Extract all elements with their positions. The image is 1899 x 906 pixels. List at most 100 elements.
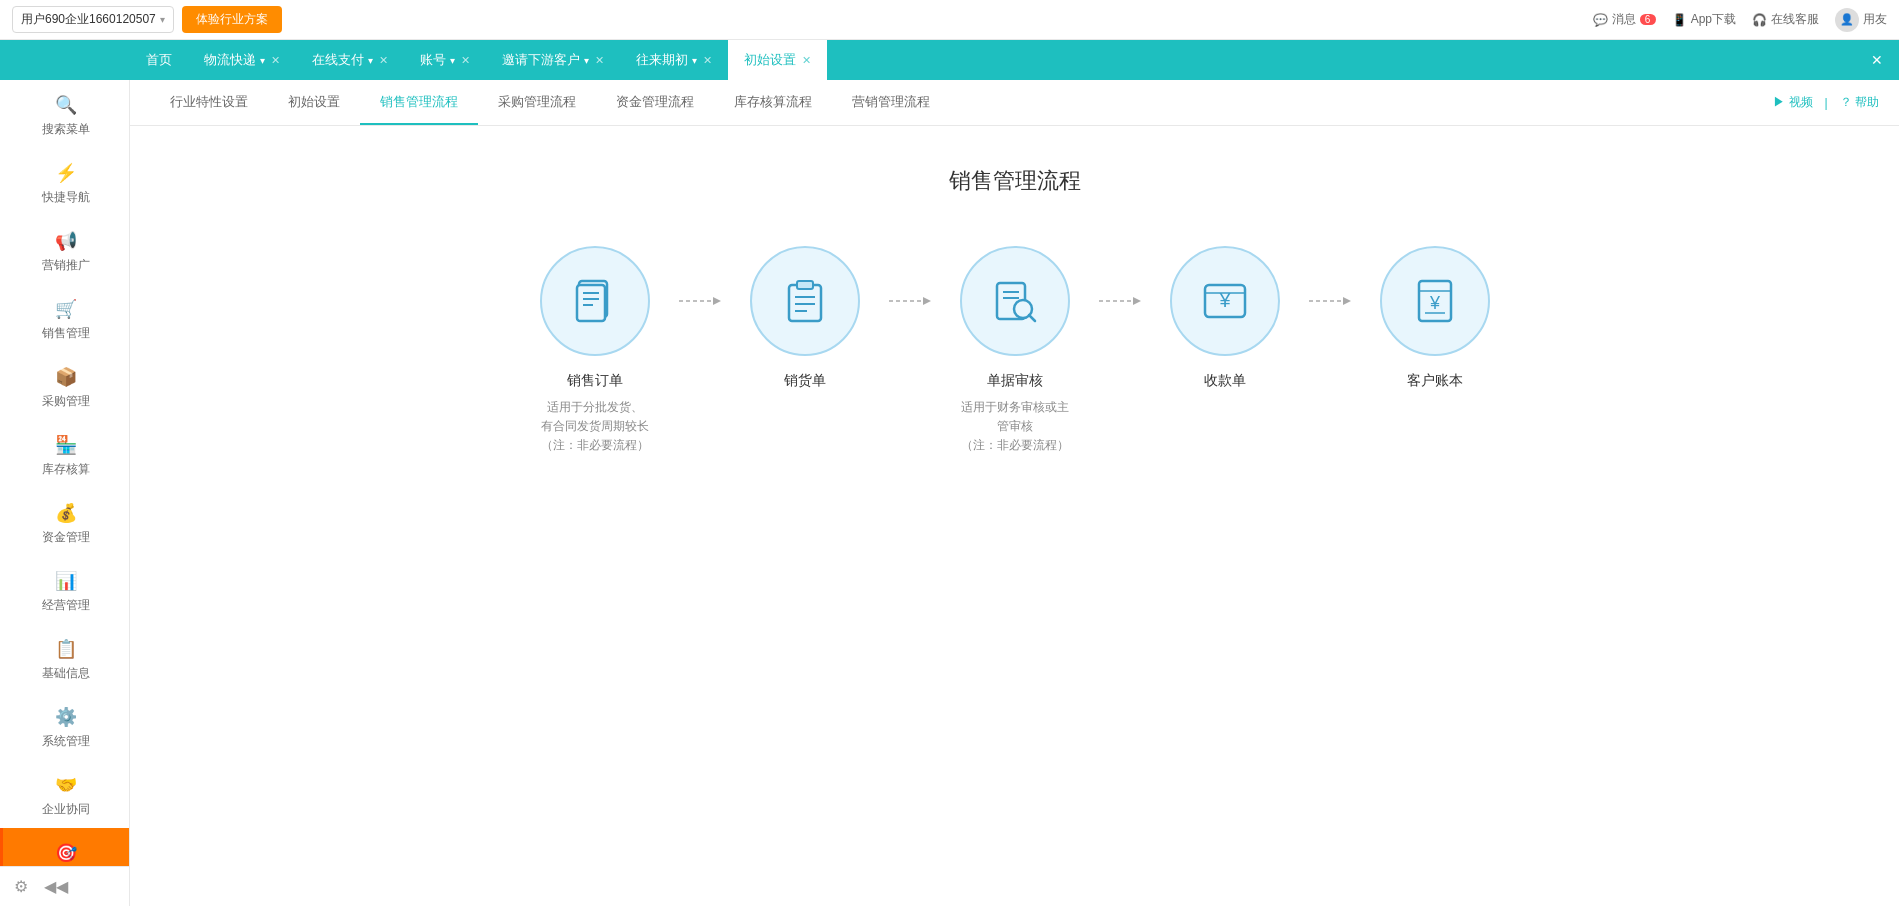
help-icon: ？: [1840, 95, 1852, 109]
chevron-down-icon: ▾: [584, 55, 589, 66]
app-download-button[interactable]: 📱 App下载: [1672, 11, 1736, 28]
nav-tab-在线支付[interactable]: 在线支付▾✕: [296, 40, 404, 80]
inventory-icon: 🏪: [55, 434, 77, 456]
nav-tab-首页[interactable]: 首页: [130, 40, 188, 80]
nav-tab-往来期初[interactable]: 往来期初▾✕: [620, 40, 728, 80]
chevron-down-icon: ▾: [450, 55, 455, 66]
sub-tab-资金管理流程[interactable]: 资金管理流程: [596, 81, 714, 125]
nav-tab-初始设置[interactable]: 初始设置 ✕: [728, 40, 827, 80]
sidebar-item-collab[interactable]: 🤝 企业协同: [0, 760, 129, 828]
app-label: App下载: [1691, 11, 1736, 28]
video-link[interactable]: ▶ 视频: [1773, 94, 1812, 111]
close-tab-icon[interactable]: ✕: [379, 54, 388, 67]
flow-circle-3[interactable]: ¥: [1170, 246, 1280, 356]
flow-item-1: 销货单: [725, 246, 885, 390]
flow-desc-2: 适用于财务审核或主管审核（注：非必要流程）: [961, 398, 1069, 456]
flow-item-0: 销售订单适用于分批发货、有合同发货周期较长（注：非必要流程）: [515, 246, 675, 456]
sidebar-item-system[interactable]: ⚙️ 系统管理: [0, 692, 129, 760]
headset-icon: 🎧: [1752, 13, 1767, 27]
svg-rect-11: [797, 281, 813, 289]
sidebar-item-label: 资金管理: [42, 529, 90, 546]
top-bar-right: 💬 消息 6 📱 App下载 🎧 在线客服 👤 用友: [1593, 8, 1887, 32]
sidebar-item-marketing[interactable]: 📢 营销推广: [0, 216, 129, 284]
collapse-sidebar-button[interactable]: ◀◀: [44, 877, 68, 896]
chevron-down-icon: ▾: [260, 55, 265, 66]
sidebar-item-base[interactable]: 📋 基础信息: [0, 624, 129, 692]
flow-label-2: 单据审核: [987, 372, 1043, 390]
svg-rect-4: [577, 285, 605, 321]
sidebar-item-label: 快捷导航: [42, 189, 90, 206]
nav-tab-label: 在线支付: [312, 51, 364, 69]
sidebar-item-label: 企业协同: [42, 801, 90, 818]
marketing-icon: 📢: [55, 230, 77, 252]
top-bar-left: 用户690企业1660120507 ▾ 体验行业方案: [12, 6, 282, 33]
flow-circle-4[interactable]: ¥: [1380, 246, 1490, 356]
close-tab-icon[interactable]: ✕: [595, 54, 604, 67]
flow-label-3: 收款单: [1204, 372, 1246, 390]
flow-item-3: ¥ 收款单: [1145, 246, 1305, 390]
chevron-down-icon: ▾: [160, 14, 165, 25]
nav-tab-label: 初始设置: [744, 51, 796, 69]
sidebar-item-label: 营销推广: [42, 257, 90, 274]
nav-tab-账号[interactable]: 账号 ▾ ✕: [404, 40, 486, 80]
finance-icon: 💰: [55, 502, 77, 524]
guide-icon: 🎯: [55, 842, 77, 864]
sub-tab-初始设置[interactable]: 初始设置: [268, 81, 360, 125]
sidebar-bottom: ⚙ ◀◀: [0, 866, 129, 906]
user-selector[interactable]: 用户690企业1660120507 ▾: [12, 6, 174, 33]
message-badge: 6: [1640, 14, 1656, 25]
user-profile[interactable]: 👤 用友: [1835, 8, 1887, 32]
nav-tab-label: 账号: [420, 51, 446, 69]
sub-tab-行业特性设置[interactable]: 行业特性设置: [150, 81, 268, 125]
svg-marker-9: [713, 297, 721, 305]
sub-tab-采购管理流程[interactable]: 采购管理流程: [478, 81, 596, 125]
sidebar-item-label: 搜索菜单: [42, 121, 90, 138]
try-industry-button[interactable]: 体验行业方案: [182, 6, 282, 33]
nav-tab-label: 首页: [146, 51, 172, 69]
flow-circle-0[interactable]: [540, 246, 650, 356]
sidebar-item-inventory[interactable]: 🏪 库存核算: [0, 420, 129, 488]
sidebar-item-label: 库存核算: [42, 461, 90, 478]
nav-tab-邀请下游客户[interactable]: 邀请下游客户 ▾ ✕: [486, 40, 620, 80]
flow-arrow-2: [1095, 246, 1145, 311]
help-link[interactable]: ？ 帮助: [1840, 94, 1879, 111]
flow-arrow-1: [885, 246, 935, 311]
sidebar-item-label: 基础信息: [42, 665, 90, 682]
settings-icon[interactable]: ⚙: [14, 877, 28, 896]
close-all-tabs-button[interactable]: ✕: [1863, 52, 1891, 68]
sub-tab-销售管理流程[interactable]: 销售管理流程: [360, 81, 478, 125]
online-service-button[interactable]: 🎧 在线客服: [1752, 11, 1819, 28]
sidebar-item-label: 销售管理: [42, 325, 90, 342]
flow-circle-2[interactable]: [960, 246, 1070, 356]
search-icon: 🔍: [55, 94, 77, 116]
sub-tabs: 行业特性设置初始设置 销售管理流程 采购管理流程 资金管理流程 库存核算流程营销管理流程…: [130, 80, 1899, 126]
chevron-down-icon: ▾: [692, 55, 697, 66]
sidebar-item-quick[interactable]: ⚡ 快捷导航: [0, 148, 129, 216]
message-button[interactable]: 💬 消息 6: [1593, 11, 1656, 28]
flow-item-2: 单据审核适用于财务审核或主管审核（注：非必要流程）: [935, 246, 1095, 456]
quick-icon: ⚡: [55, 162, 77, 184]
close-tab-icon[interactable]: ✕: [271, 54, 280, 67]
sub-tab-营销管理流程[interactable]: 营销管理流程: [832, 81, 950, 125]
sub-tab-库存核算流程[interactable]: 库存核算流程: [714, 81, 832, 125]
sidebar-item-purchase[interactable]: 📦 采购管理: [0, 352, 129, 420]
top-bar: 用户690企业1660120507 ▾ 体验行业方案 💬 消息 6 📱 App下…: [0, 0, 1899, 40]
sidebar-item-guide[interactable]: 🎯 新手引导: [0, 828, 129, 866]
sidebar-item-search[interactable]: 🔍 搜索菜单: [0, 80, 129, 148]
nav-tab-物流快递[interactable]: 物流快递▾✕: [188, 40, 296, 80]
svg-marker-23: [1133, 297, 1141, 305]
sub-tab-label: 销售管理流程: [380, 94, 458, 109]
nav-tab-label: 邀请下游客户: [502, 51, 580, 69]
flow-circle-1[interactable]: [750, 246, 860, 356]
close-tab-icon[interactable]: ✕: [802, 54, 811, 67]
flow-item-4: ¥ 客户账本: [1355, 246, 1515, 390]
sidebar-item-sales[interactable]: 🛒 销售管理: [0, 284, 129, 352]
sidebar-item-finance[interactable]: 💰 资金管理: [0, 488, 129, 556]
flow-label-4: 客户账本: [1407, 372, 1463, 390]
close-tab-icon[interactable]: ✕: [703, 54, 712, 67]
sub-tab-label: 资金管理流程: [616, 94, 694, 109]
close-tab-icon[interactable]: ✕: [461, 54, 470, 67]
sidebar-item-label: 经营管理: [42, 597, 90, 614]
base-icon: 📋: [55, 638, 77, 660]
sidebar-item-operation[interactable]: 📊 经营管理: [0, 556, 129, 624]
